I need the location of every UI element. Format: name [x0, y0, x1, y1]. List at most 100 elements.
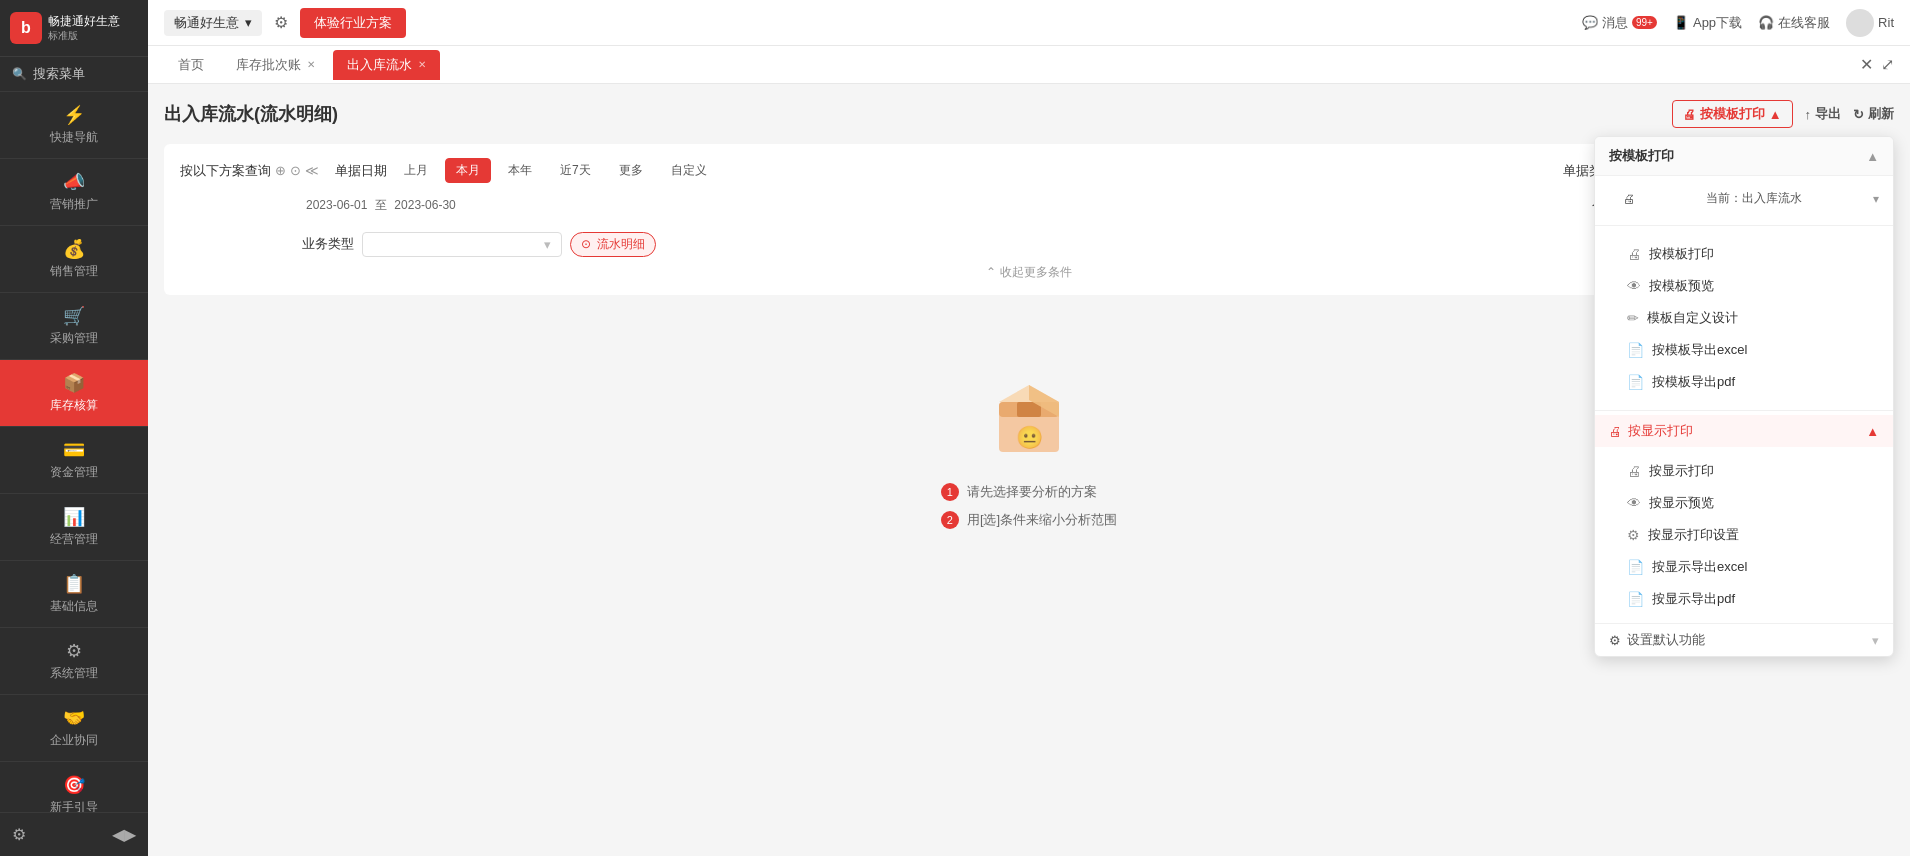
footer-label: 设置默认功能	[1627, 631, 1705, 649]
pdf-icon: 📄	[1627, 374, 1644, 390]
sidebar-bottom: ⚙ ◀▶	[0, 812, 148, 856]
display-preview-item[interactable]: 👁 按显示预览	[1595, 487, 1893, 519]
online-service-action[interactable]: 🎧 在线客服	[1758, 14, 1830, 32]
message-action[interactable]: 💬 消息 99+	[1582, 14, 1657, 32]
filter-settings-icon[interactable]: ⊙	[290, 163, 301, 178]
sidebar-item-marketing[interactable]: 📣 营销推广	[0, 159, 148, 226]
tab-home[interactable]: 首页	[164, 50, 218, 80]
date-btn-custom[interactable]: 自定义	[660, 158, 718, 183]
sidebar-item-label: 企业协同	[50, 732, 98, 749]
system-icon: ⚙	[66, 640, 82, 662]
tab-expand-icon[interactable]: ⤢	[1881, 55, 1894, 74]
display-group-header[interactable]: 🖨 按显示打印 ▲	[1595, 415, 1893, 447]
date-from: 2023-06-01	[306, 198, 367, 212]
sidebar-search[interactable]: 🔍 搜索菜单	[0, 57, 148, 92]
business-type-select[interactable]: ▾	[362, 232, 562, 257]
user-name: Rit	[1878, 15, 1894, 30]
date-btn-more[interactable]: 更多	[608, 158, 654, 183]
print-dropdown-panel: 按模板打印 ▲ 🖨 当前：出入库流水 ▾ 🖨 按模板打印 👁 按模板预览 ✏ 模…	[1594, 136, 1894, 657]
trial-button[interactable]: 体验行业方案	[300, 8, 406, 38]
template-print-item[interactable]: 🖨 按模板打印	[1595, 238, 1893, 270]
sidebar-item-enterprise[interactable]: 🤝 企业协同	[0, 695, 148, 762]
design-icon: ✏	[1627, 310, 1639, 326]
quick-nav-icon: ⚡	[63, 104, 85, 126]
display-pdf-icon: 📄	[1627, 591, 1644, 607]
display-export-pdf-item[interactable]: 📄 按显示导出pdf	[1595, 583, 1893, 615]
print-panel-btn[interactable]: 🖨 按模板打印 ▲	[1672, 100, 1793, 128]
filter-add-icon[interactable]: ⊕	[275, 163, 286, 178]
display-group-label: 按显示打印	[1628, 422, 1693, 440]
finance-icon: 💳	[63, 439, 85, 461]
date-btn-prev-month[interactable]: 上月	[393, 158, 439, 183]
step-num-1: 1	[941, 483, 959, 501]
step-1-label: 请先选择要分析的方案	[967, 483, 1097, 501]
tab-batch-account-close[interactable]: ✕	[307, 59, 315, 70]
excel-icon: 📄	[1627, 342, 1644, 358]
footer-left: ⚙ 设置默认功能	[1609, 631, 1705, 649]
printer2-icon: 🖨	[1609, 424, 1622, 439]
print-dropdown-collapse-icon[interactable]: ▲	[1866, 149, 1879, 164]
brand-name: 畅捷通好生意	[48, 14, 120, 30]
sidebar-item-sales[interactable]: 💰 销售管理	[0, 226, 148, 293]
refresh-btn[interactable]: ↻ 刷新	[1853, 105, 1894, 123]
display-group-header-left: 🖨 按显示打印	[1609, 422, 1693, 440]
footer-settings-icon: ⚙	[1609, 633, 1621, 648]
header-right: 💬 消息 99+ 📱 App下载 🎧 在线客服 Rit	[1582, 9, 1894, 37]
step-2-label: 用[选]条件来缩小分析范围	[967, 511, 1117, 529]
sidebar-item-finance[interactable]: 💳 资金管理	[0, 427, 148, 494]
sidebar-item-label: 快捷导航	[50, 129, 98, 146]
message-badge: 99+	[1632, 16, 1657, 29]
template-print-label: 按模板打印	[1649, 245, 1714, 263]
date-btn-last7[interactable]: 近7天	[549, 158, 602, 183]
message-label: 消息	[1602, 14, 1628, 32]
tab-batch-account[interactable]: 库存批次账 ✕	[222, 50, 329, 80]
tab-close-all-icon[interactable]: ✕	[1860, 55, 1873, 74]
app-download-action[interactable]: 📱 App下载	[1673, 14, 1742, 32]
template-export-pdf-label: 按模板导出pdf	[1652, 373, 1735, 391]
sidebar-item-operations[interactable]: 📊 经营管理	[0, 494, 148, 561]
user-avatar-action[interactable]: Rit	[1846, 9, 1894, 37]
print-btn-label: 按模板打印	[1700, 105, 1765, 123]
header-left: 畅通好生意 ▾ ⚙ 体验行业方案	[164, 8, 406, 38]
sidebar-item-inventory[interactable]: 📦 库存核算	[0, 360, 148, 427]
tab-flow-detail[interactable]: 出入库流水 ✕	[333, 50, 440, 80]
template-customize-item[interactable]: ✏ 模板自定义设计	[1595, 302, 1893, 334]
date-btn-current-year[interactable]: 本年	[497, 158, 543, 183]
tab-batch-account-label: 库存批次账	[236, 56, 301, 74]
date-range-display: 2023-06-01 至 2023-06-30	[302, 197, 456, 214]
sidebar-item-quick-nav[interactable]: ⚡ 快捷导航	[0, 92, 148, 159]
sidebar-item-basic-info[interactable]: 📋 基础信息	[0, 561, 148, 628]
display-settings-icon: ⚙	[1627, 527, 1640, 543]
header-settings-icon[interactable]: ⚙	[274, 13, 288, 32]
print-dropdown-current[interactable]: 🖨 当前：出入库流水 ▾	[1595, 184, 1893, 213]
date-separator: 至	[375, 198, 390, 212]
refresh-label: 刷新	[1868, 105, 1894, 123]
printer-icon: 🖨	[1683, 107, 1696, 122]
message-icon: 💬	[1582, 15, 1598, 30]
tab-flow-detail-label: 出入库流水	[347, 56, 412, 74]
sidebar-item-purchase[interactable]: 🛒 采购管理	[0, 293, 148, 360]
sidebar-item-label: 经营管理	[50, 531, 98, 548]
divider-1	[1595, 225, 1893, 226]
display-print-item[interactable]: 🖨 按显示打印	[1595, 455, 1893, 487]
date-btn-current-month[interactable]: 本月	[445, 158, 491, 183]
filter-collapse-icon[interactable]: ≪	[305, 163, 319, 178]
display-preview-label: 按显示预览	[1649, 494, 1714, 512]
sidebar-item-system[interactable]: ⚙ 系统管理	[0, 628, 148, 695]
empty-state-inner: 😐 1 请先选择要分析的方案 2 用[选]条件来缩小分析范围	[941, 367, 1117, 529]
tab-flow-detail-close[interactable]: ✕	[418, 59, 426, 70]
export-btn[interactable]: ↑ 导出	[1805, 105, 1842, 123]
template-export-excel-item[interactable]: 📄 按模板导出excel	[1595, 334, 1893, 366]
sidebar-settings-btn[interactable]: ⚙	[12, 825, 26, 844]
display-export-excel-item[interactable]: 📄 按显示导出excel	[1595, 551, 1893, 583]
sidebar-item-guide[interactable]: 🎯 新手引导	[0, 762, 148, 812]
template-preview-item[interactable]: 👁 按模板预览	[1595, 270, 1893, 302]
empty-step-2: 2 用[选]条件来缩小分析范围	[941, 511, 1117, 529]
display-print-settings-item[interactable]: ⚙ 按显示打印设置	[1595, 519, 1893, 551]
user-avatar	[1846, 9, 1874, 37]
company-selector[interactable]: 畅通好生意 ▾	[164, 10, 262, 36]
template-export-pdf-item[interactable]: 📄 按模板导出pdf	[1595, 366, 1893, 398]
sidebar-collapse-btn[interactable]: ◀▶	[112, 825, 136, 844]
export-icon: ↑	[1805, 107, 1812, 122]
print-dropdown-footer[interactable]: ⚙ 设置默认功能 ▾	[1595, 623, 1893, 656]
